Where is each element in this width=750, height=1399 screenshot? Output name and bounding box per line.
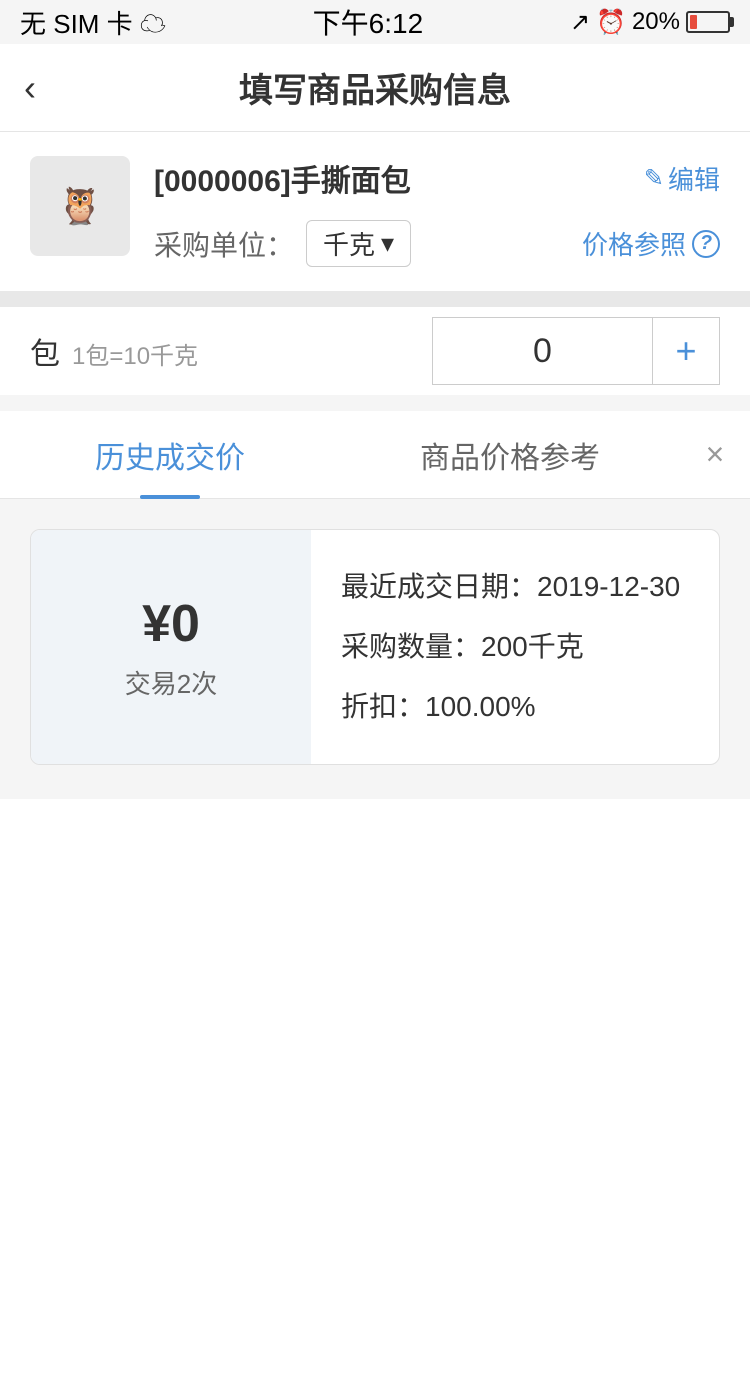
- tab-product-price-reference[interactable]: 商品价格参考: [340, 411, 680, 499]
- price-reference-button[interactable]: 价格参照 ?: [582, 225, 720, 262]
- card-detail-section: 最近成交日期：2019-12-30 采购数量：200千克 折扣：100.00%: [311, 530, 719, 764]
- tabs-header: 历史成交价 商品价格参考 ×: [0, 411, 750, 499]
- quantity-unit: 包: [30, 329, 60, 373]
- remaining-area: [0, 799, 750, 1399]
- quantity-input[interactable]: [432, 317, 652, 385]
- battery-icon: [686, 11, 730, 33]
- purchase-unit-label: 采购单位：: [154, 224, 294, 264]
- trade-count: 交易2次: [125, 664, 217, 701]
- purchase-qty-label: 采购数量：: [341, 631, 481, 662]
- unit-value: 千克: [323, 225, 375, 262]
- product-full-name: [0000006]手撕面包: [154, 156, 411, 200]
- purchase-unit-row: 采购单位： 千克 ▾ 价格参照 ?: [154, 220, 720, 267]
- product-info: [0000006]手撕面包 ✎ 编辑 采购单位： 千克 ▾ 价格参照 ?: [154, 156, 720, 267]
- status-left: 无 SIM 卡 ☁: [20, 4, 166, 41]
- product-section: 🦉 [0000006]手撕面包 ✎ 编辑 采购单位： 千克 ▾: [0, 132, 750, 291]
- recent-date-value: 2019-12-30: [537, 571, 680, 602]
- page-header: ‹ 填写商品采购信息: [0, 44, 750, 132]
- card-price-value: ¥0: [142, 594, 200, 654]
- battery-percent: 20%: [632, 8, 680, 36]
- status-right: ↗ ⏰ 20%: [570, 8, 730, 37]
- discount-row: 折扣：100.00%: [341, 686, 689, 728]
- purchase-qty-value: 200千克: [481, 631, 584, 662]
- discount-label: 折扣：: [341, 691, 425, 722]
- quantity-plus-button[interactable]: +: [652, 317, 720, 385]
- sim-status: 无 SIM 卡 ☁: [20, 4, 166, 41]
- edit-label: 编辑: [668, 160, 720, 197]
- quantity-section: 包 1包=10千克 +: [0, 307, 750, 395]
- price-number: 0: [171, 595, 200, 653]
- dropdown-arrow-icon: ▾: [381, 228, 394, 259]
- card-price-section: ¥0 交易2次: [31, 530, 311, 764]
- tab-content-area: ¥0 交易2次 最近成交日期：2019-12-30 采购数量：200千克 折扣：…: [0, 499, 750, 799]
- edit-button[interactable]: ✎ 编辑: [644, 160, 720, 197]
- purchase-qty-row: 采购数量：200千克: [341, 626, 689, 668]
- quantity-label-group: 包 1包=10千克: [30, 329, 198, 373]
- quantity-input-group: +: [432, 317, 720, 385]
- quantity-conversion-note: 1包=10千克: [72, 336, 198, 371]
- location-icon: ↗: [570, 8, 590, 37]
- purchase-unit-left: 采购单位： 千克 ▾: [154, 220, 411, 267]
- edit-icon: ✎: [644, 164, 664, 193]
- page-title: 填写商品采购信息: [239, 63, 511, 112]
- price-ref-help-icon: ?: [692, 230, 720, 258]
- price-symbol: ¥: [142, 595, 171, 653]
- status-bar: 无 SIM 卡 ☁ 下午6:12 ↗ ⏰ 20%: [0, 0, 750, 44]
- alarm-icon: ⏰: [596, 8, 626, 37]
- unit-select[interactable]: 千克 ▾: [306, 220, 411, 267]
- product-image-placeholder: 🦉: [58, 185, 103, 227]
- tabs-section: 历史成交价 商品价格参考 × ¥0 交易2次 最近成交日期：2019-12-30…: [0, 411, 750, 799]
- recent-date-row: 最近成交日期：2019-12-30: [341, 566, 689, 608]
- status-time: 下午6:12: [313, 2, 424, 42]
- tabs-close-button[interactable]: ×: [680, 411, 750, 499]
- recent-date-label: 最近成交日期：: [341, 571, 537, 602]
- transaction-card: ¥0 交易2次 最近成交日期：2019-12-30 采购数量：200千克 折扣：…: [30, 529, 720, 765]
- product-name-row: [0000006]手撕面包 ✎ 编辑: [154, 156, 720, 200]
- product-thumbnail: 🦉: [30, 156, 130, 256]
- tab-history-price[interactable]: 历史成交价: [0, 411, 340, 499]
- price-ref-label: 价格参照: [582, 225, 686, 262]
- product-row: 🦉 [0000006]手撕面包 ✎ 编辑 采购单位： 千克 ▾: [30, 156, 720, 267]
- back-button[interactable]: ‹: [24, 67, 36, 109]
- section-divider: [0, 291, 750, 307]
- discount-value: 100.00%: [425, 691, 536, 722]
